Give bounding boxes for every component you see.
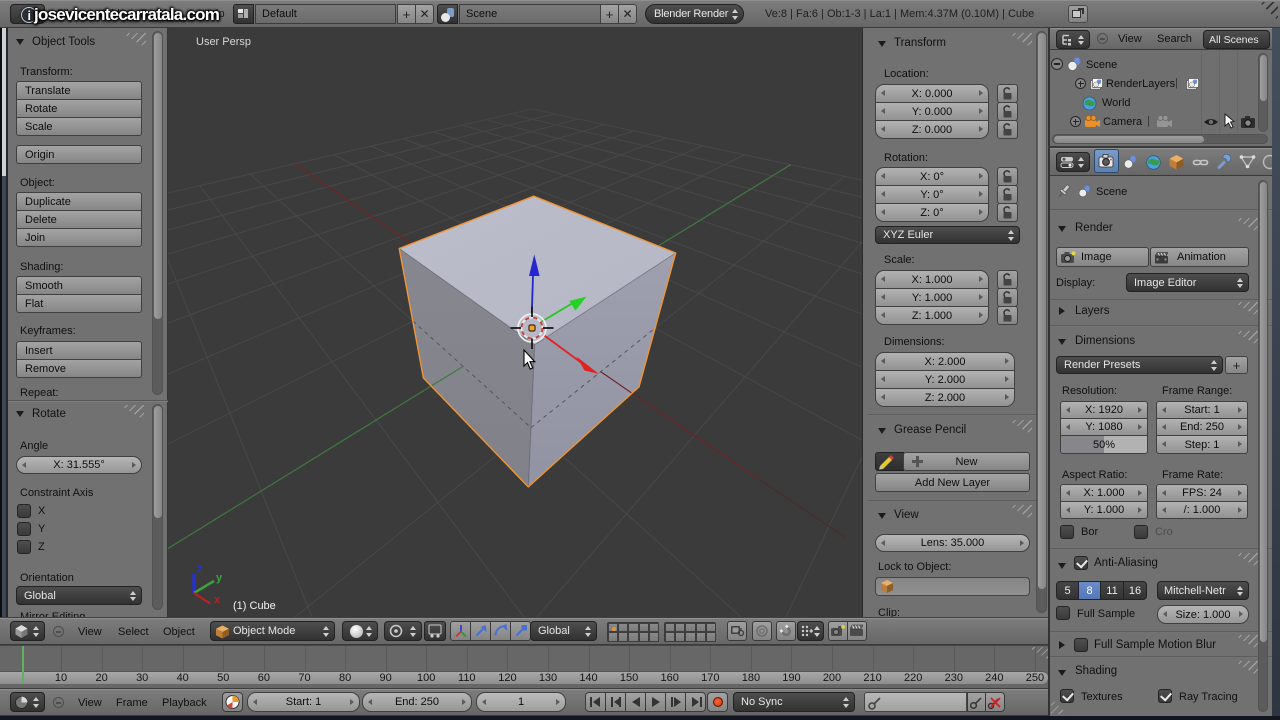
svg-text:User Persp: User Persp — [196, 36, 251, 48]
svg-text:z: z — [197, 563, 203, 575]
svg-text:x: x — [214, 594, 221, 606]
svg-text:y: y — [216, 572, 223, 584]
svg-text:(1) Cube: (1) Cube — [233, 600, 276, 612]
